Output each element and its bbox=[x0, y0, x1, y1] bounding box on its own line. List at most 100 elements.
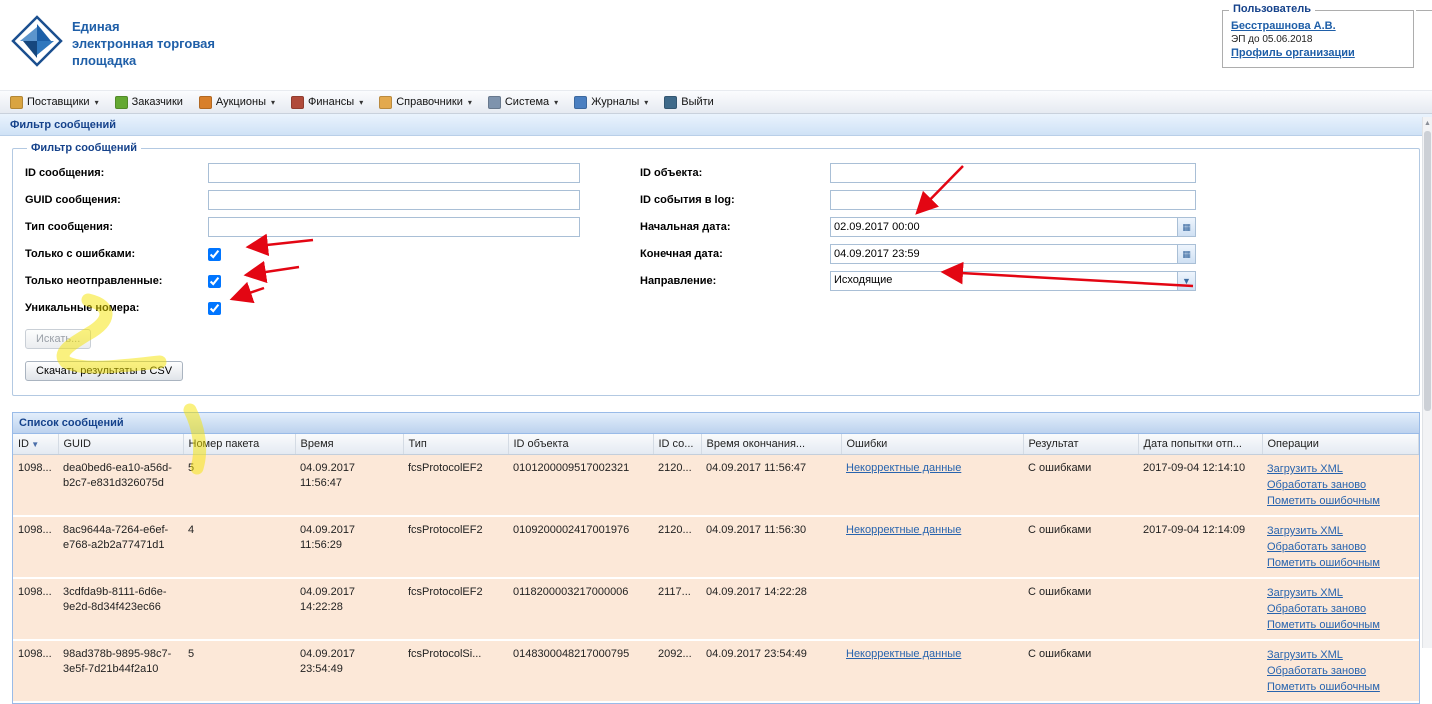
error-details-link[interactable]: Некорректные данные bbox=[846, 648, 961, 660]
cell-packet: 5 bbox=[183, 640, 295, 703]
message-type-label: Тип сообщения: bbox=[25, 221, 113, 233]
operation-link[interactable]: Пометить ошибочным bbox=[1267, 555, 1414, 571]
operation-link[interactable]: Обработать заново bbox=[1267, 601, 1414, 617]
start-date-input[interactable] bbox=[830, 217, 1178, 237]
column-header[interactable]: ID со... bbox=[653, 434, 702, 455]
scroll-up-icon[interactable]: ▲ bbox=[1423, 117, 1432, 129]
menu-item-label: Журналы bbox=[591, 96, 640, 108]
direction-select[interactable]: Исходящие bbox=[830, 271, 1178, 291]
unsent-only-checkbox[interactable] bbox=[208, 274, 221, 288]
calendar-icon[interactable]: ▦ bbox=[1178, 244, 1196, 264]
chevron-down-icon[interactable]: ▼ bbox=[1178, 271, 1196, 291]
message-guid-input[interactable] bbox=[208, 190, 580, 210]
column-header-label: Дата попытки отп... bbox=[1143, 438, 1242, 450]
operation-link[interactable]: Обработать заново bbox=[1267, 539, 1414, 555]
brand-line: электронная торговая bbox=[72, 36, 215, 51]
message-id-label: ID сообщения: bbox=[25, 167, 105, 179]
column-header[interactable]: Операции bbox=[1262, 434, 1419, 455]
cell-packet: 4 bbox=[183, 516, 295, 579]
menu-item-suppliers[interactable]: Поставщики ▾ bbox=[10, 95, 99, 109]
content: Фильтр сообщений ID сообщения: GUID сооб… bbox=[0, 136, 1432, 704]
errors-only-checkbox[interactable] bbox=[208, 247, 221, 261]
column-header[interactable]: Время bbox=[295, 434, 404, 455]
object-id-input[interactable] bbox=[830, 163, 1196, 183]
calendar-icon[interactable]: ▦ bbox=[1178, 217, 1196, 237]
message-id-input[interactable] bbox=[208, 163, 580, 183]
column-header-label: Время окончания... bbox=[706, 438, 806, 450]
end-date-input[interactable] bbox=[830, 244, 1178, 264]
cell-result: С ошибками bbox=[1023, 516, 1138, 579]
chevron-down-icon: ▾ bbox=[467, 97, 472, 107]
org-profile-link[interactable]: Профиль организации bbox=[1231, 47, 1405, 59]
messages-list-title: Список сообщений bbox=[13, 413, 1419, 434]
cell-errors: Некорректные данные bbox=[841, 454, 1023, 517]
column-header[interactable]: Тип bbox=[403, 434, 509, 455]
column-header[interactable]: Дата попытки отп... bbox=[1138, 434, 1263, 455]
cell-guid: 8ac9644a-7264-e6ef-e768-a2b2a77471d1 bbox=[58, 516, 183, 579]
column-header[interactable]: ID объекта bbox=[508, 434, 654, 455]
cell-id: 1098... bbox=[13, 578, 58, 641]
cell-operations: Загрузить XML Обработать заново Пометить о… bbox=[1262, 516, 1419, 579]
cell-end_time: 04.09.2017 11:56:30 bbox=[701, 516, 841, 579]
table-row[interactable]: 1098... 8ac9644a-7264-e6ef-e768-a2b2a7747… bbox=[13, 516, 1419, 579]
message-type-input[interactable] bbox=[208, 217, 580, 237]
vertical-scrollbar[interactable]: ▲ bbox=[1422, 117, 1432, 648]
logo[interactable] bbox=[10, 14, 64, 71]
error-details-link[interactable]: Некорректные данные bbox=[846, 462, 961, 474]
exit-icon bbox=[664, 95, 678, 109]
menu-item-journals[interactable]: Журналы ▾ bbox=[574, 95, 649, 109]
cell-result: С ошибками bbox=[1023, 640, 1138, 703]
cell-packet: 5 bbox=[183, 454, 295, 517]
operation-link[interactable]: Загрузить XML bbox=[1267, 647, 1414, 663]
main-menu: Поставщики ▾ Заказчики Аукционы ▾ Финанс… bbox=[0, 90, 1432, 114]
operation-link[interactable]: Загрузить XML bbox=[1267, 461, 1414, 477]
cell-packet bbox=[183, 578, 295, 641]
error-details-link[interactable]: Некорректные данные bbox=[846, 524, 961, 536]
chevron-down-icon: ▾ bbox=[644, 97, 649, 107]
table-row[interactable]: 1098... 98ad378b-9895-98c7-3e5f-7d21b44f2… bbox=[13, 640, 1419, 703]
chevron-down-icon: ▾ bbox=[554, 97, 559, 107]
user-name-link[interactable]: Бесстрашнова А.В. bbox=[1231, 20, 1405, 32]
column-header[interactable]: GUID bbox=[58, 434, 184, 455]
column-header[interactable]: Номер пакета bbox=[183, 434, 296, 455]
log-event-id-input[interactable] bbox=[830, 190, 1196, 210]
chevron-down-icon: ▾ bbox=[270, 97, 275, 107]
menu-item-finance[interactable]: Финансы ▾ bbox=[291, 95, 363, 109]
menu-item-system[interactable]: Система ▾ bbox=[487, 95, 559, 109]
unique-numbers-label: Уникальные номера: bbox=[25, 302, 140, 314]
divider bbox=[1416, 10, 1432, 11]
cell-id: 1098... bbox=[13, 454, 58, 517]
download-csv-button[interactable]: Скачать результаты в CSV bbox=[25, 361, 184, 381]
unique-numbers-checkbox[interactable] bbox=[208, 301, 221, 315]
column-header-label: Результат bbox=[1028, 438, 1079, 450]
operation-link[interactable]: Загрузить XML bbox=[1267, 523, 1414, 539]
cell-operations: Загрузить XML Обработать заново Пометить о… bbox=[1262, 640, 1419, 703]
header: Единая электронная торговая площадка Пол… bbox=[0, 0, 1432, 90]
column-header[interactable]: ID ▼ bbox=[13, 434, 59, 455]
menu-item-customers[interactable]: Заказчики bbox=[114, 95, 183, 109]
table-row[interactable]: 1098... dea0bed6-ea10-a56d-b2c7-e831d3260… bbox=[13, 454, 1419, 517]
column-header-label: ID объекта bbox=[513, 438, 569, 450]
menu-item-auctions[interactable]: Аукционы ▾ bbox=[198, 95, 275, 109]
operation-link[interactable]: Пометить ошибочным bbox=[1267, 679, 1414, 695]
operation-link[interactable]: Пометить ошибочным bbox=[1267, 617, 1414, 633]
table-row[interactable]: 1098... 3cdfda9b-8111-6d6e-9e2d-8d34f423e… bbox=[13, 578, 1419, 641]
column-header[interactable]: Время окончания... bbox=[701, 434, 842, 455]
messages-header-row: ID ▼ GUID Номер пакета Время Тип ID объекта ID… bbox=[13, 434, 1419, 455]
operation-link[interactable]: Загрузить XML bbox=[1267, 585, 1414, 601]
end-date-label: Конечная дата: bbox=[640, 248, 723, 260]
column-header[interactable]: Ошибки bbox=[841, 434, 1024, 455]
certificate-info: ЭП до 05.06.2018 bbox=[1231, 34, 1313, 45]
operation-link[interactable]: Обработать заново bbox=[1267, 477, 1414, 493]
cell-time: 04.09.2017 11:56:47 bbox=[295, 454, 403, 517]
search-button[interactable]: Искать... bbox=[25, 329, 92, 349]
column-header[interactable]: Результат bbox=[1023, 434, 1139, 455]
operation-link[interactable]: Пометить ошибочным bbox=[1267, 493, 1414, 509]
menu-item-logout[interactable]: Выйти bbox=[664, 95, 714, 109]
cell-guid: dea0bed6-ea10-a56d-b2c7-e831d326075d bbox=[58, 454, 183, 517]
menu-item-references[interactable]: Справочники ▾ bbox=[379, 95, 472, 109]
auctions-icon bbox=[198, 95, 212, 109]
operation-link[interactable]: Обработать заново bbox=[1267, 663, 1414, 679]
cell-attempt_date bbox=[1138, 578, 1262, 641]
scrollbar-thumb[interactable] bbox=[1424, 131, 1431, 411]
